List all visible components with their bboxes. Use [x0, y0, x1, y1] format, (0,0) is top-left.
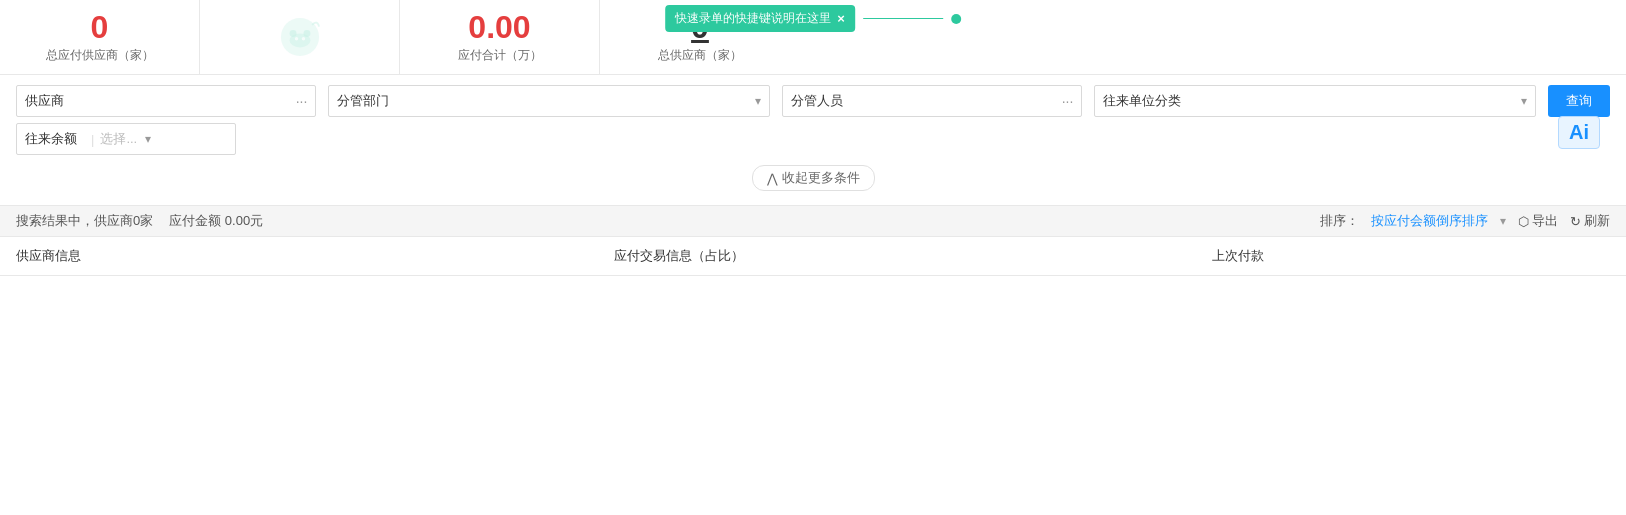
- unit-arrow-icon[interactable]: ▾: [1521, 94, 1527, 108]
- collapse-btn-wrap: ⋀ 收起更多条件: [16, 155, 1610, 195]
- result-left: 搜索结果中，供应商0家 应付金额 0.00元: [16, 212, 263, 230]
- export-label: 导出: [1532, 212, 1558, 230]
- result-bar: 搜索结果中，供应商0家 应付金额 0.00元 排序： 按应付会额倒序排序 ▾ ⬡…: [0, 206, 1626, 237]
- table-header: 供应商信息 应付交易信息（占比） 上次付款: [0, 237, 1626, 276]
- refresh-label: 刷新: [1584, 212, 1610, 230]
- result-amount-text: 应付金额 0.00元: [169, 212, 263, 230]
- sort-value[interactable]: 按应付会额倒序排序: [1371, 212, 1488, 230]
- tooltip-line: [863, 18, 943, 19]
- table-empty-area: [0, 276, 1626, 496]
- search-row-1: 供应商 ··· 分管部门 ▾ 分管人员 ··· 往来单位分类 ▾ 查询: [16, 85, 1610, 117]
- collapse-chevron-icon: ⋀: [767, 171, 778, 186]
- stats-bar: 0 总应付供应商（家） 0.00 应付合计（万） 快速录单的快捷键说明在这里 ×…: [0, 0, 1626, 75]
- tooltip-text: 快速录单的快捷键说明在这里: [675, 10, 831, 27]
- tooltip-wrapper: 快速录单的快捷键说明在这里 ×: [665, 5, 961, 32]
- balance-label: 往来余额: [25, 130, 77, 148]
- unit-label: 往来单位分类: [1103, 92, 1181, 110]
- stat-label-total-vendors: 总供应商（家）: [658, 47, 742, 64]
- table-col-transaction-info: 应付交易信息（占比）: [614, 247, 1212, 265]
- stat-number-payable-vendors: 0: [91, 10, 109, 45]
- person-field[interactable]: 分管人员 ···: [782, 85, 1082, 117]
- vendor-field[interactable]: 供应商 ···: [16, 85, 316, 117]
- decorative-icon: [274, 11, 326, 63]
- stat-payable-total: 0.00 应付合计（万）: [400, 0, 600, 74]
- tooltip-close-btn[interactable]: ×: [837, 11, 845, 26]
- vendor-dots[interactable]: ···: [296, 93, 308, 109]
- unit-field[interactable]: 往来单位分类 ▾: [1094, 85, 1536, 117]
- tooltip-bubble: 快速录单的快捷键说明在这里 ×: [665, 5, 855, 32]
- ai-badge[interactable]: Ai: [1558, 116, 1600, 149]
- balance-placeholder: 选择...: [100, 130, 137, 148]
- dept-arrow-icon[interactable]: ▾: [755, 94, 761, 108]
- table-col-vendor-info: 供应商信息: [16, 247, 614, 265]
- unit-input[interactable]: [1189, 94, 1521, 109]
- balance-arrow-icon[interactable]: ▾: [145, 132, 151, 146]
- person-dots[interactable]: ···: [1062, 93, 1074, 109]
- collapse-btn[interactable]: ⋀ 收起更多条件: [752, 165, 875, 191]
- dept-field[interactable]: 分管部门 ▾: [328, 85, 770, 117]
- table-col-last-payment: 上次付款: [1212, 247, 1611, 265]
- stat-total-payable-vendors: 0 总应付供应商（家）: [0, 0, 200, 74]
- search-row-2: 往来余额 | 选择... ▾: [16, 123, 1610, 155]
- person-input[interactable]: [851, 94, 1062, 109]
- vendor-label: 供应商: [25, 92, 64, 110]
- stat-number-payable-total: 0.00: [468, 10, 530, 45]
- svg-point-5: [301, 37, 304, 40]
- export-icon: ⬡: [1518, 214, 1529, 229]
- query-button[interactable]: 查询: [1548, 85, 1610, 117]
- dept-label: 分管部门: [337, 92, 389, 110]
- sort-arrow-icon[interactable]: ▾: [1500, 214, 1506, 228]
- sort-label: 排序：: [1320, 212, 1359, 230]
- result-vendors-text: 搜索结果中，供应商0家: [16, 212, 153, 230]
- refresh-icon: ↻: [1570, 214, 1581, 229]
- dept-input[interactable]: [397, 94, 755, 109]
- search-bar: 供应商 ··· 分管部门 ▾ 分管人员 ··· 往来单位分类 ▾ 查询 往来余额: [0, 75, 1626, 206]
- svg-point-3: [289, 34, 310, 48]
- balance-field[interactable]: 往来余额 | 选择... ▾: [16, 123, 236, 155]
- refresh-btn[interactable]: ↻ 刷新: [1570, 212, 1610, 230]
- stat-label-payable-total: 应付合计（万）: [458, 47, 542, 64]
- tooltip-dot: [951, 14, 961, 24]
- collapse-btn-label: 收起更多条件: [782, 169, 860, 187]
- result-right: 排序： 按应付会额倒序排序 ▾ ⬡ 导出 ↻ 刷新: [1320, 212, 1610, 230]
- vendor-input[interactable]: [72, 94, 296, 109]
- export-btn[interactable]: ⬡ 导出: [1518, 212, 1558, 230]
- stat-icon-area: [200, 0, 400, 74]
- stat-label-payable-vendors: 总应付供应商（家）: [46, 47, 154, 64]
- svg-point-4: [294, 37, 297, 40]
- person-label: 分管人员: [791, 92, 843, 110]
